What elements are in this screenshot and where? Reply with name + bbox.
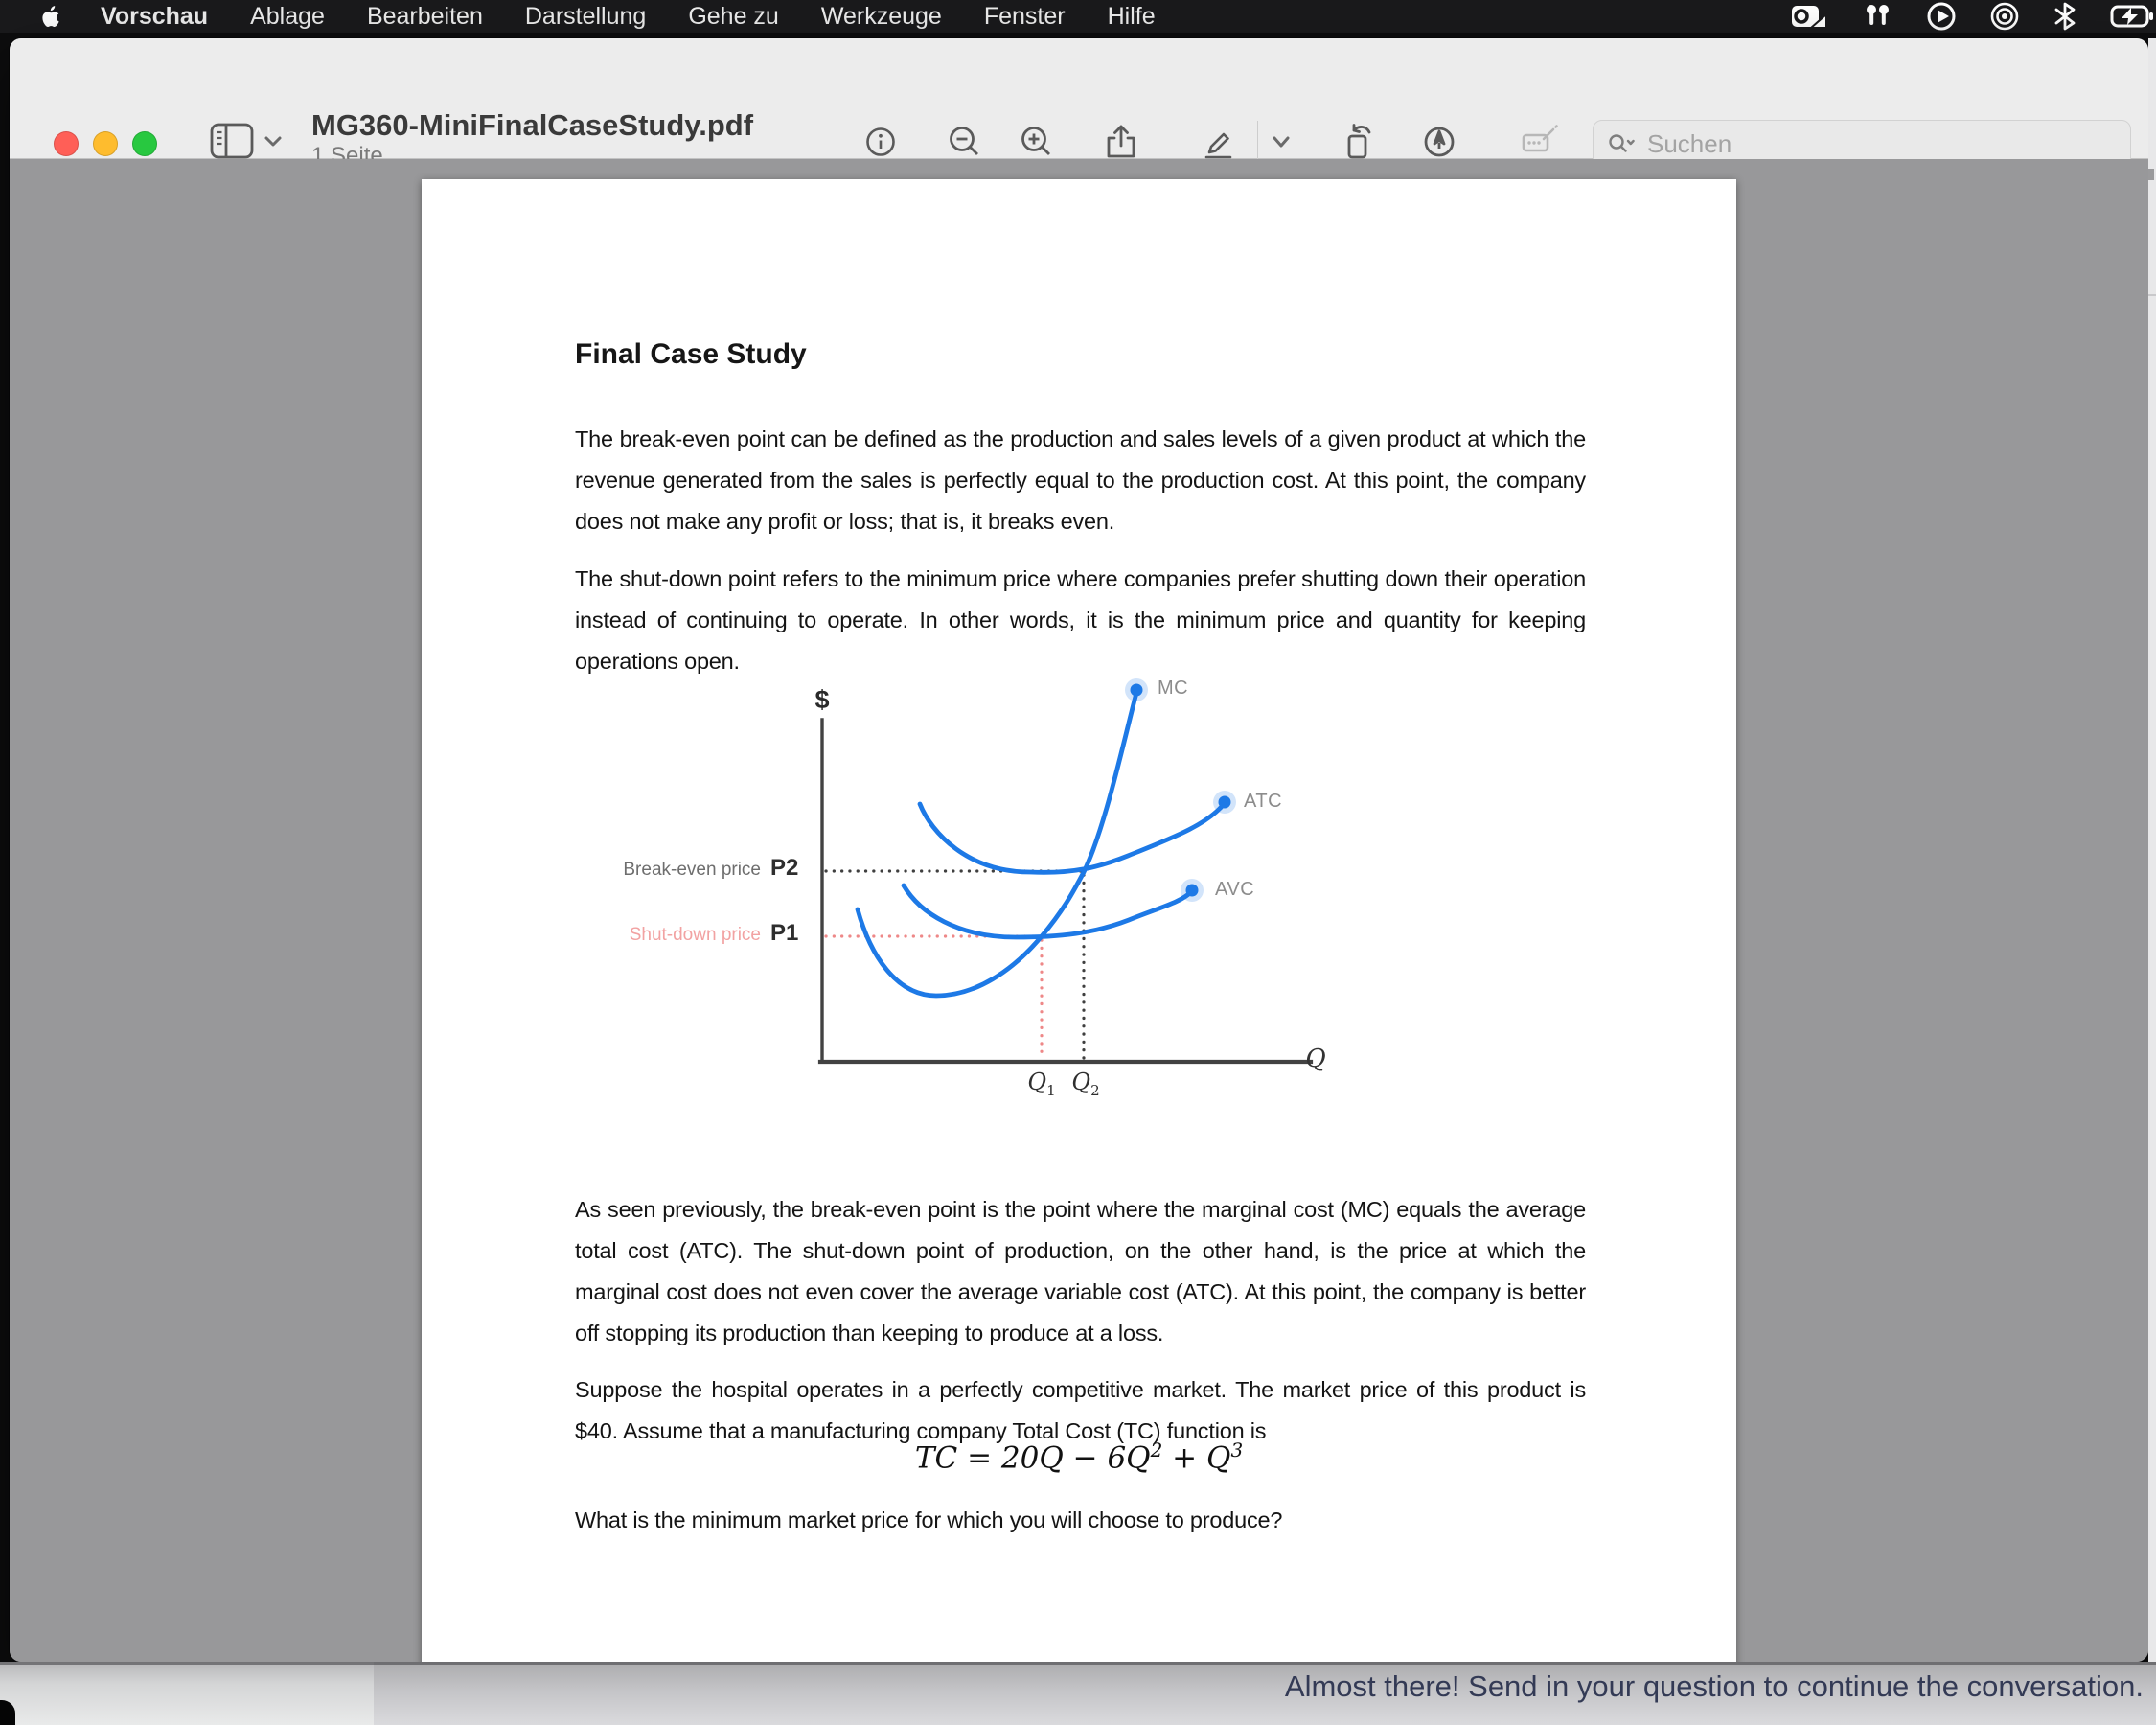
annotate-pen-button[interactable] [1416,119,1462,165]
window-title: MG360-MiniFinalCaseStudy.pdf [311,108,754,142]
close-button[interactable] [54,131,79,156]
airpods-icon[interactable] [1861,2,1893,31]
zoom-out-button[interactable] [942,119,988,165]
screen: Vorschau Ablage Bearbeiten Darstellung G… [0,0,2156,1725]
fill-sign-button[interactable] [1517,119,1563,165]
menu-item-ablage[interactable]: Ablage [250,3,325,31]
p2-tick-label: P2 [770,855,799,881]
toolbar-divider [1257,121,1258,163]
play-circle-icon[interactable] [1926,1,1957,32]
menu-status-icons [1790,0,2154,33]
y-axis-label: $ [814,685,830,714]
rotate-button[interactable] [1336,119,1382,165]
shut-down-price-label: Shut-down price [629,925,761,945]
minimize-button[interactable] [93,131,118,156]
screen-recorder-icon[interactable] [1790,2,1828,31]
menu-item-gehe-zu[interactable]: Gehe zu [688,3,779,31]
menu-item-hilfe[interactable]: Hilfe [1108,3,1156,31]
total-cost-formula: TC = 20Q − 6Q2 + Q3 [914,1438,1244,1476]
search-input[interactable] [1645,127,2099,160]
preview-window: MG360-MiniFinalCaseStudy.pdf 1 Seite Suc… [10,38,2148,1662]
apple-menu-icon[interactable] [42,5,60,28]
bluetooth-icon[interactable] [2053,2,2077,31]
mc-curve-label: MC [1158,678,1189,699]
p1-tick-label: P1 [770,920,799,946]
menu-item-bearbeiten[interactable]: Bearbeiten [367,3,483,31]
pdf-page: Final Case Study The break-even point ca… [422,179,1736,1662]
zoom-window-button[interactable] [132,131,157,156]
atc-curve-label: ATC [1244,791,1283,812]
share-button[interactable] [1098,119,1144,165]
menu-item-vorschau[interactable]: Vorschau [101,3,208,31]
menu-items: Vorschau Ablage Bearbeiten Darstellung G… [101,3,1156,31]
document-heading: Final Case Study [575,338,807,370]
toolbar: MG360-MiniFinalCaseStudy.pdf 1 Seite [10,38,2148,169]
screen-mirroring-icon[interactable] [1989,1,2020,32]
paragraph-break-even: The break-even point can be defined as t… [575,426,1586,534]
break-even-price-label: Break-even price [623,860,761,880]
conversation-banner: Almost there! Send in your question to c… [1284,1669,2144,1703]
x-axis-label: Q [1305,1045,1326,1073]
menu-item-fenster[interactable]: Fenster [984,3,1066,31]
question-text: What is the minimum market price for whi… [575,1507,1283,1532]
menu-bar: Vorschau Ablage Bearbeiten Darstellung G… [0,0,2156,33]
sidebar-toggle-button[interactable] [209,121,286,161]
info-button[interactable] [858,119,904,165]
markup-pencil-button[interactable] [1196,119,1242,165]
background-right-strip [2148,38,2156,1662]
chevron-down-icon [264,136,282,147]
menu-item-werkzeuge[interactable]: Werkzeuge [821,3,942,31]
q2-tick-label: Q2 [1071,1069,1100,1099]
q1-tick-label: Q1 [1027,1069,1056,1099]
document-area[interactable]: Final Case Study The break-even point ca… [10,159,2148,1662]
markup-chevron-button[interactable] [1260,119,1302,165]
avc-curve-label: AVC [1215,879,1255,900]
paragraph-mc-atc: As seen previously, the break-even point… [575,1196,1586,1346]
search-icon [1609,134,1635,152]
window-bottom-shadow [0,1662,2156,1665]
battery-charging-icon[interactable] [2110,1,2154,32]
zoom-in-button[interactable] [1014,119,1060,165]
background-strip-left [0,1662,374,1725]
menu-item-darstellung[interactable]: Darstellung [525,3,646,31]
cost-curves-figure: $ Q MC ATC AVC Break-even price P2 Shut-… [594,662,1342,1122]
